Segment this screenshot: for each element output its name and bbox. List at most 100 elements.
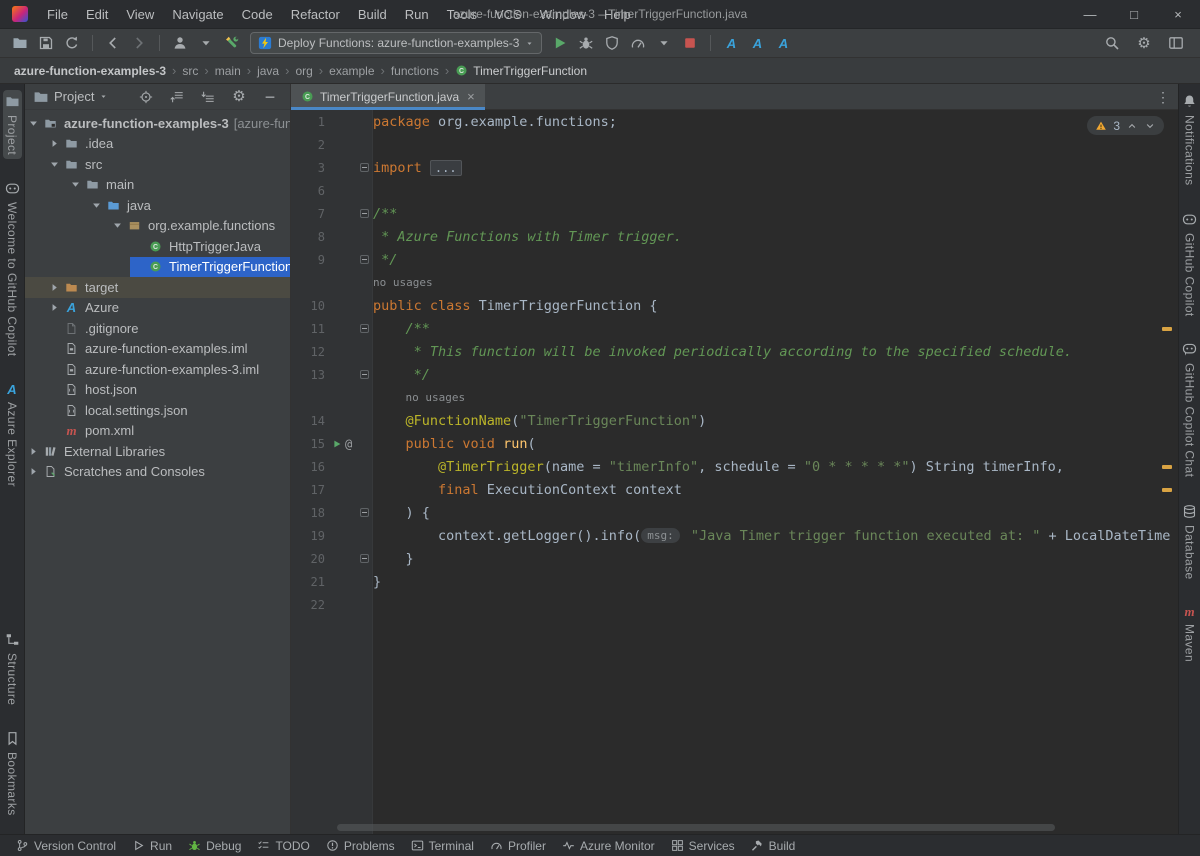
fold-gutter[interactable]: [355, 163, 373, 172]
statusbar-azure-monitor[interactable]: Azure Monitor: [554, 835, 663, 856]
code-line[interactable]: 21}: [291, 570, 1178, 593]
tree-item-azure-function-examples-3-iml[interactable]: azure-function-examples-3.iml: [25, 359, 290, 380]
line-number[interactable]: 6: [291, 184, 325, 198]
tab-options-kebab-icon[interactable]: ⋮: [1156, 90, 1170, 104]
close-tab-icon[interactable]: ×: [467, 89, 475, 104]
warning-stripe-mark[interactable]: [1162, 327, 1172, 331]
toolwindow-button-maven[interactable]: mMaven: [1181, 601, 1199, 666]
menu-navigate[interactable]: Navigate: [163, 0, 232, 28]
maximize-button[interactable]: □: [1112, 0, 1156, 28]
code-line[interactable]: 6: [291, 179, 1178, 202]
chevron-right-icon[interactable]: [25, 445, 41, 458]
line-number[interactable]: 17: [291, 483, 325, 497]
user-button[interactable]: [168, 31, 192, 55]
gear-button[interactable]: ⚙: [227, 85, 251, 109]
code-area[interactable]: 1package org.example.functions;23import …: [291, 110, 1178, 616]
layout-button[interactable]: [1164, 31, 1188, 55]
tree-item-idea[interactable]: .idea: [25, 134, 290, 155]
warning-stripe-mark[interactable]: [1162, 465, 1172, 469]
chevron-right-icon[interactable]: [46, 137, 62, 150]
azure-a-button[interactable]: A: [771, 31, 795, 55]
tree-item-java[interactable]: java: [25, 195, 290, 216]
line-number[interactable]: 13: [291, 368, 325, 382]
fold-marker-icon[interactable]: [360, 370, 369, 379]
run-gutter-icon[interactable]: [332, 439, 342, 449]
code-line[interactable]: 17 final ExecutionContext context: [291, 478, 1178, 501]
code-line[interactable]: 18 ) {: [291, 501, 1178, 524]
menu-vcs[interactable]: VCS: [486, 0, 531, 28]
caret-down-button[interactable]: [194, 31, 218, 55]
line-number[interactable]: 11: [291, 322, 325, 336]
chevron-down-icon[interactable]: [67, 178, 83, 191]
breadcrumb-item-java[interactable]: java: [255, 64, 281, 78]
line-number[interactable]: 14: [291, 414, 325, 428]
tree-item-host-json[interactable]: host.json: [25, 380, 290, 401]
run-button[interactable]: [548, 31, 572, 55]
chevron-down-icon[interactable]: [25, 117, 41, 130]
locate-button[interactable]: [134, 85, 158, 109]
line-number[interactable]: 15: [291, 437, 325, 451]
code-line[interactable]: no usages: [291, 386, 1178, 409]
code-line[interactable]: 1package org.example.functions;: [291, 110, 1178, 133]
line-number[interactable]: 21: [291, 575, 325, 589]
minimize-button[interactable]: —: [1068, 0, 1112, 28]
tree-item-main[interactable]: main: [25, 175, 290, 196]
code-line[interactable]: 11 /**: [291, 317, 1178, 340]
debug-button[interactable]: [574, 31, 598, 55]
toolwindow-button-github-copilot-chat[interactable]: GitHub Copilot Chat: [1180, 338, 1199, 481]
breadcrumb-item-timertriggerfunction[interactable]: CTimerTriggerFunction: [453, 64, 589, 78]
previous-warning-chevron-up-icon[interactable]: [1126, 120, 1138, 132]
statusbar-problems[interactable]: Problems: [318, 835, 403, 856]
horizontal-scrollbar[interactable]: [337, 824, 1055, 831]
inspection-widget[interactable]: 3: [1087, 116, 1164, 135]
code-line[interactable]: 15@ public void run(: [291, 432, 1178, 455]
line-number[interactable]: 2: [291, 138, 325, 152]
tree-item-pom-xml[interactable]: mpom.xml: [25, 421, 290, 442]
hide-button[interactable]: [258, 85, 282, 109]
tree-item-gitignore[interactable]: .gitignore: [25, 318, 290, 339]
line-number[interactable]: 22: [291, 598, 325, 612]
breadcrumb-item-org[interactable]: org: [293, 64, 314, 78]
fold-gutter[interactable]: [355, 370, 373, 379]
code-line[interactable]: 12 * This function will be invoked perio…: [291, 340, 1178, 363]
toolwindow-button-bookmarks[interactable]: Bookmarks: [3, 727, 22, 820]
code-line[interactable]: no usages: [291, 271, 1178, 294]
line-number[interactable]: 16: [291, 460, 325, 474]
chevron-down-icon[interactable]: [88, 199, 104, 212]
code-line[interactable]: 16 @TimerTrigger(name = "timerInfo", sch…: [291, 455, 1178, 478]
line-number[interactable]: 3: [291, 161, 325, 175]
close-button[interactable]: ×: [1156, 0, 1200, 28]
line-number[interactable]: 12: [291, 345, 325, 359]
tree-item-scratches-and-consoles[interactable]: Scratches and Consoles: [25, 462, 290, 483]
tree-item-org-example-functions[interactable]: org.example.functions: [25, 216, 290, 237]
tree-item-httptriggerjava[interactable]: CHttpTriggerJava: [25, 236, 290, 257]
project-view-selector[interactable]: Project: [54, 89, 94, 104]
tree-item-src[interactable]: src: [25, 154, 290, 175]
line-number[interactable]: 18: [291, 506, 325, 520]
next-warning-chevron-down-icon[interactable]: [1144, 120, 1156, 132]
deploy-wrench-button[interactable]: [220, 31, 244, 55]
fold-gutter[interactable]: [355, 209, 373, 218]
breadcrumb-item-azure-function-examples-3[interactable]: azure-function-examples-3: [12, 64, 168, 78]
fold-marker-icon[interactable]: [360, 508, 369, 517]
toolwindow-button-welcome-to-github-copilot[interactable]: Welcome to GitHub Copilot: [3, 177, 22, 361]
line-number[interactable]: 9: [291, 253, 325, 267]
menu-window[interactable]: Window: [531, 0, 595, 28]
code-line[interactable]: 14 @FunctionName("TimerTriggerFunction"): [291, 409, 1178, 432]
open-folder-button[interactable]: [8, 31, 32, 55]
breadcrumb-item-example[interactable]: example: [327, 64, 376, 78]
fold-marker-icon[interactable]: [360, 163, 369, 172]
fold-gutter[interactable]: [355, 255, 373, 264]
stop-button[interactable]: [678, 31, 702, 55]
menu-help[interactable]: Help: [595, 0, 640, 28]
search-button[interactable]: [1100, 31, 1124, 55]
menu-file[interactable]: File: [38, 0, 77, 28]
tree-item-azure-function-examples-3[interactable]: azure-function-examples-3[azure-funct: [25, 113, 290, 134]
chevron-right-icon[interactable]: [46, 281, 62, 294]
toolwindow-button-database[interactable]: Database: [1180, 500, 1199, 584]
statusbar-build[interactable]: Build: [743, 835, 804, 856]
toolwindow-button-github-copilot[interactable]: GitHub Copilot: [1180, 208, 1199, 321]
tree-item-timertriggerfunction[interactable]: CTimerTriggerFunction: [25, 257, 290, 278]
code-line[interactable]: 13 */: [291, 363, 1178, 386]
menu-build[interactable]: Build: [349, 0, 396, 28]
